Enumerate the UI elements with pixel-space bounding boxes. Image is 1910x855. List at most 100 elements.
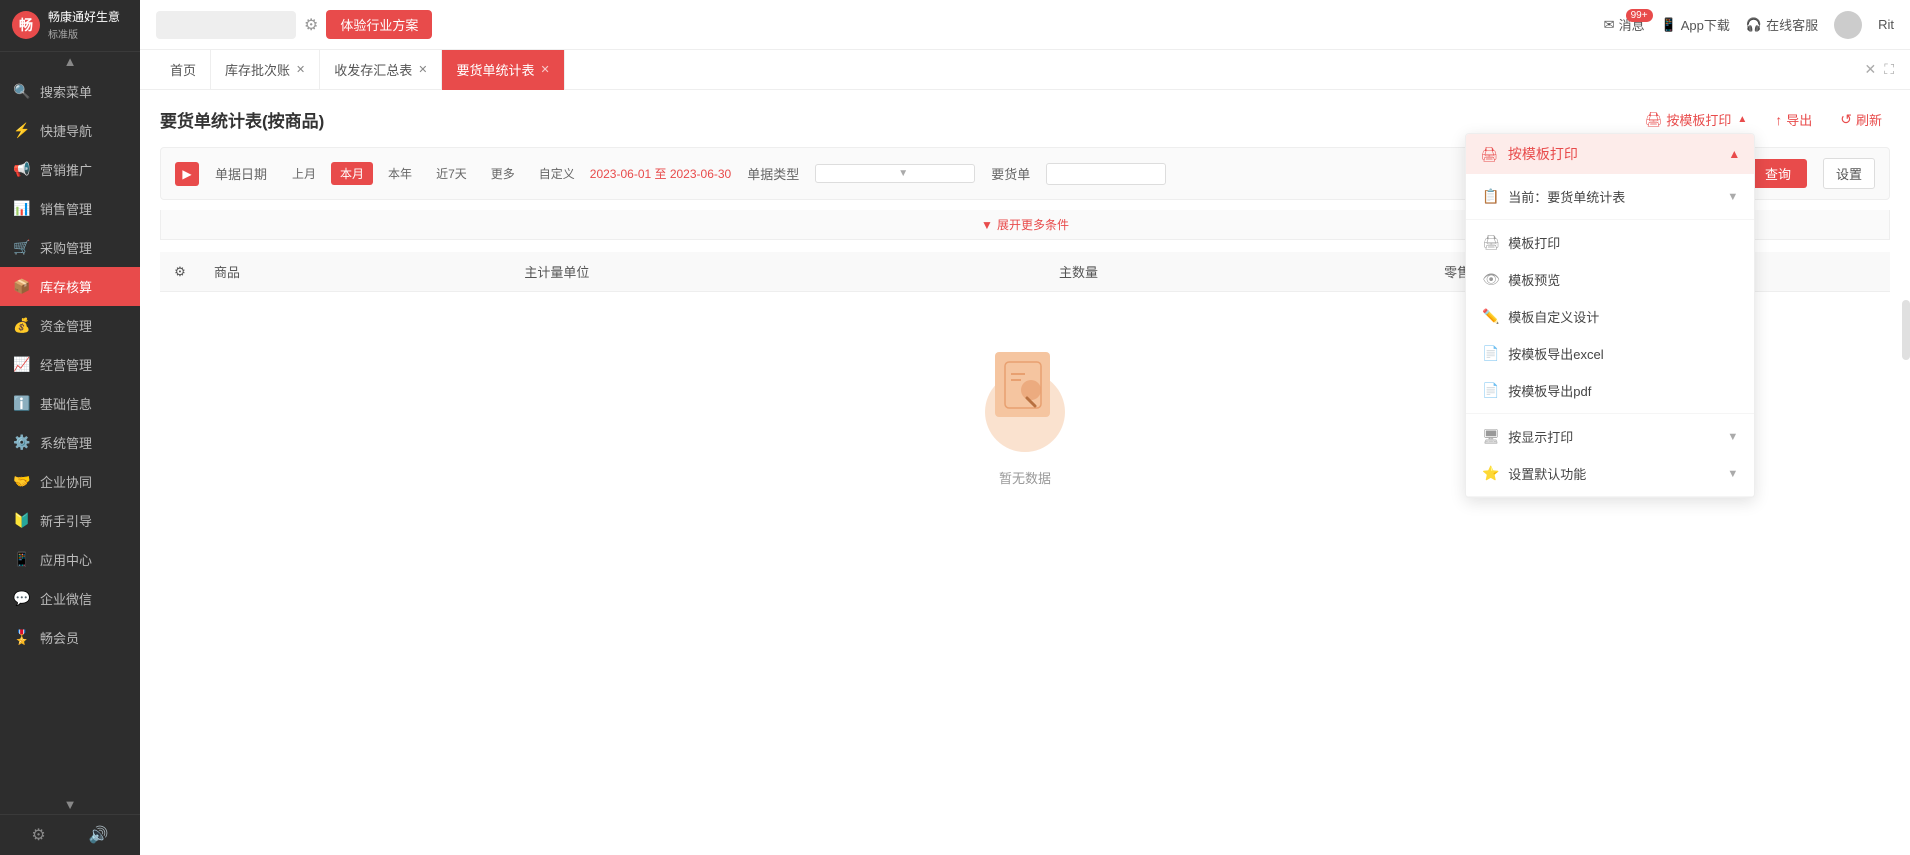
guide-icon: 🔰 — [12, 512, 32, 529]
dropdown-item-template-design[interactable]: ✏️ 模板自定义设计 — [1466, 298, 1754, 335]
tab-close-order-stats[interactable]: ✕ — [541, 63, 550, 76]
sidebar-item-guide[interactable]: 🔰 新手引导 — [0, 501, 140, 540]
tab-inventory-batch[interactable]: 库存批次账 ✕ — [211, 50, 320, 90]
tab-expand-btn[interactable]: ✕ — [1864, 61, 1876, 78]
refresh-btn[interactable]: ↺ 刷新 — [1832, 106, 1890, 133]
date-btn-custom[interactable]: 自定义 — [530, 162, 584, 185]
sidebar-item-enterprise[interactable]: 🤝 企业协同 — [0, 462, 140, 501]
tab-close-summary[interactable]: ✕ — [418, 63, 427, 76]
trial-btn[interactable]: 体验行业方案 — [326, 10, 432, 39]
lightning-icon: ⚡ — [12, 122, 32, 139]
sidebar-item-marketing[interactable]: 📢 营销推广 — [0, 150, 140, 189]
info-icon: ℹ️ — [12, 395, 32, 412]
date-filter-label: 单据日期 — [215, 164, 267, 183]
dropdown-current-template[interactable]: 📋 当前：要货单统计表 ▼ — [1466, 178, 1754, 215]
sidebar-item-purchase[interactable]: 🛒 采购管理 — [0, 228, 140, 267]
sidebar-item-finance[interactable]: 💰 资金管理 — [0, 306, 140, 345]
avatar[interactable] — [1834, 11, 1862, 39]
topbar: ⚙ 体验行业方案 ✉ 消息 99+ 📱 App下载 🎧 在线客服 Rit — [140, 0, 1910, 50]
sidebar-item-wechat[interactable]: 💬 企业微信 — [0, 579, 140, 618]
dropdown-item-display-print[interactable]: 🖥 按显示打印 ▼ — [1466, 418, 1754, 455]
sidebar-item-sales[interactable]: 📊 销售管理 — [0, 189, 140, 228]
settings-col-icon[interactable]: ⚙ — [174, 264, 186, 279]
export-btn[interactable]: ↑ 导出 — [1767, 106, 1820, 133]
date-btn-last-month[interactable]: 上月 — [283, 162, 325, 185]
tab-home[interactable]: 首页 — [156, 50, 211, 90]
query-btn[interactable]: 查询 — [1749, 159, 1807, 188]
sidebar-item-basic[interactable]: ℹ️ 基础信息 — [0, 384, 140, 423]
topbar-search-box — [156, 11, 296, 39]
messages-badge: 99+ — [1626, 9, 1653, 22]
filter-dates: 上月 本月 本年 近7天 更多 自定义 2023-06-01 至 2023-06… — [283, 162, 731, 185]
date-btn-this-month[interactable]: 本月 — [331, 162, 373, 185]
sidebar-scroll-up[interactable]: ▲ — [0, 52, 140, 72]
topbar-gear-icon[interactable]: ⚙ — [304, 15, 318, 35]
topbar-left: ⚙ 体验行业方案 — [156, 10, 432, 39]
online-service-btn[interactable]: 🎧 在线客服 — [1746, 15, 1818, 34]
dropdown-close-btn[interactable]: ▲ — [1728, 147, 1740, 161]
handshake-icon: 🤝 — [12, 473, 32, 490]
dropdown-item-export-excel[interactable]: 📄 按模板导出excel — [1466, 335, 1754, 372]
sidebar-logo: 畅 畅康通好生意 标准版 — [0, 0, 140, 52]
tab-close-inventory-batch[interactable]: ✕ — [296, 63, 305, 76]
right-scrollbar[interactable] — [1902, 300, 1910, 360]
sidebar-item-inventory[interactable]: 📦 库存核算 — [0, 267, 140, 306]
sidebar-item-system[interactable]: ⚙️ 系统管理 — [0, 423, 140, 462]
sidebar-nav: 🔍 搜索菜单 ⚡ 快捷导航 📢 营销推广 📊 销售管理 🛒 采购管理 📦 库存核… — [0, 72, 140, 794]
dropdown-items-section: 🖨 模板打印 👁 模板预览 ✏️ 模板自定义设计 — [1466, 220, 1754, 414]
date-btn-this-year[interactable]: 本年 — [379, 162, 421, 185]
table-col-quantity: 主数量 — [1045, 252, 1430, 292]
topbar-right: ✉ 消息 99+ 📱 App下载 🎧 在线客服 Rit — [1604, 11, 1894, 39]
chart-icon: 📊 — [12, 200, 32, 217]
sidebar-item-quick[interactable]: ⚡ 快捷导航 — [0, 111, 140, 150]
dropdown-item-template-preview[interactable]: 👁 模板预览 — [1466, 261, 1754, 298]
empty-text: 暂无数据 — [999, 468, 1051, 487]
table-col-checkbox: ⚙ — [160, 252, 200, 292]
dropdown-current-section: 📋 当前：要货单统计表 ▼ — [1466, 174, 1754, 220]
print-btn[interactable]: 🖨 按模板打印 ▲ 🖨 按模板打印 ▲ — [1637, 106, 1756, 133]
tabs-bar: 首页 库存批次账 ✕ 收发存汇总表 ✕ 要货单统计表 ✕ ✕ ⛶ — [140, 50, 1910, 90]
settings-footer-icon[interactable]: ⚙ — [31, 825, 45, 845]
sidebar-footer: ⚙ 🔊 — [0, 814, 140, 855]
export-excel-icon: 📄 — [1482, 345, 1500, 362]
page-inner: 要货单统计表(按商品) 🖨 按模板打印 ▲ 🖨 按模板打印 — [140, 90, 1910, 855]
dropdown-item-default-func[interactable]: ⭐ 设置默认功能 ▼ — [1466, 455, 1754, 492]
tab-summary[interactable]: 收发存汇总表 ✕ — [320, 50, 442, 90]
type-filter-dropdown[interactable]: ▼ — [815, 164, 975, 183]
date-btn-7days[interactable]: 近7天 — [427, 162, 476, 185]
export-icon: ↑ — [1775, 112, 1782, 128]
display-print-icon: 🖥 — [1482, 428, 1500, 445]
sidebar-item-search[interactable]: 🔍 搜索菜单 — [0, 72, 140, 111]
filter-expand-btn[interactable]: ▶ — [175, 162, 199, 186]
app-download-btn[interactable]: 📱 App下载 — [1661, 15, 1730, 34]
page-content: 要货单统计表(按商品) 🖨 按模板打印 ▲ 🖨 按模板打印 — [140, 90, 1910, 855]
logo-text: 畅康通好生意 标准版 — [48, 10, 120, 41]
sidebar-item-operations[interactable]: 📈 经营管理 — [0, 345, 140, 384]
messages-btn[interactable]: ✉ 消息 99+ — [1604, 15, 1645, 34]
dropdown-item-export-pdf[interactable]: 📄 按模板导出pdf — [1466, 372, 1754, 409]
tab-fullscreen-btn[interactable]: ⛶ — [1884, 61, 1894, 78]
template-preview-icon: 👁 — [1482, 271, 1500, 288]
sidebar-item-member[interactable]: 🎖️ 畅会员 — [0, 618, 140, 657]
tag-filter-input[interactable] — [1046, 163, 1166, 185]
settings-btn[interactable]: 设置 — [1823, 158, 1875, 189]
main-area: ⚙ 体验行业方案 ✉ 消息 99+ 📱 App下载 🎧 在线客服 Rit 首页 — [140, 0, 1910, 855]
sound-footer-icon[interactable]: 🔊 — [89, 825, 109, 845]
medal-icon: 🎖️ — [12, 629, 32, 646]
table-col-product: 商品 — [200, 252, 510, 292]
refresh-icon: ↺ — [1840, 111, 1852, 128]
print-icon: 🖨 — [1645, 111, 1663, 128]
date-btn-more[interactable]: 更多 — [482, 162, 524, 185]
template-print-icon: 🖨 — [1482, 234, 1500, 251]
dropdown-header: 🖨 按模板打印 ▲ — [1466, 134, 1754, 174]
dropdown-item-template-print[interactable]: 🖨 模板打印 — [1466, 224, 1754, 261]
logo-icon: 畅 — [12, 11, 40, 39]
gear-icon: ⚙️ — [12, 434, 32, 451]
print-dropdown-arrow[interactable]: ▲ — [1737, 114, 1747, 125]
tab-order-stats[interactable]: 要货单统计表 ✕ — [442, 50, 564, 90]
trending-icon: 📈 — [12, 356, 32, 373]
sidebar-scroll-down[interactable]: ▼ — [0, 794, 140, 814]
sidebar-item-app[interactable]: 📱 应用中心 — [0, 540, 140, 579]
app-download-label: App下载 — [1681, 15, 1730, 34]
tabs-bar-right: ✕ ⛶ — [1864, 61, 1894, 78]
